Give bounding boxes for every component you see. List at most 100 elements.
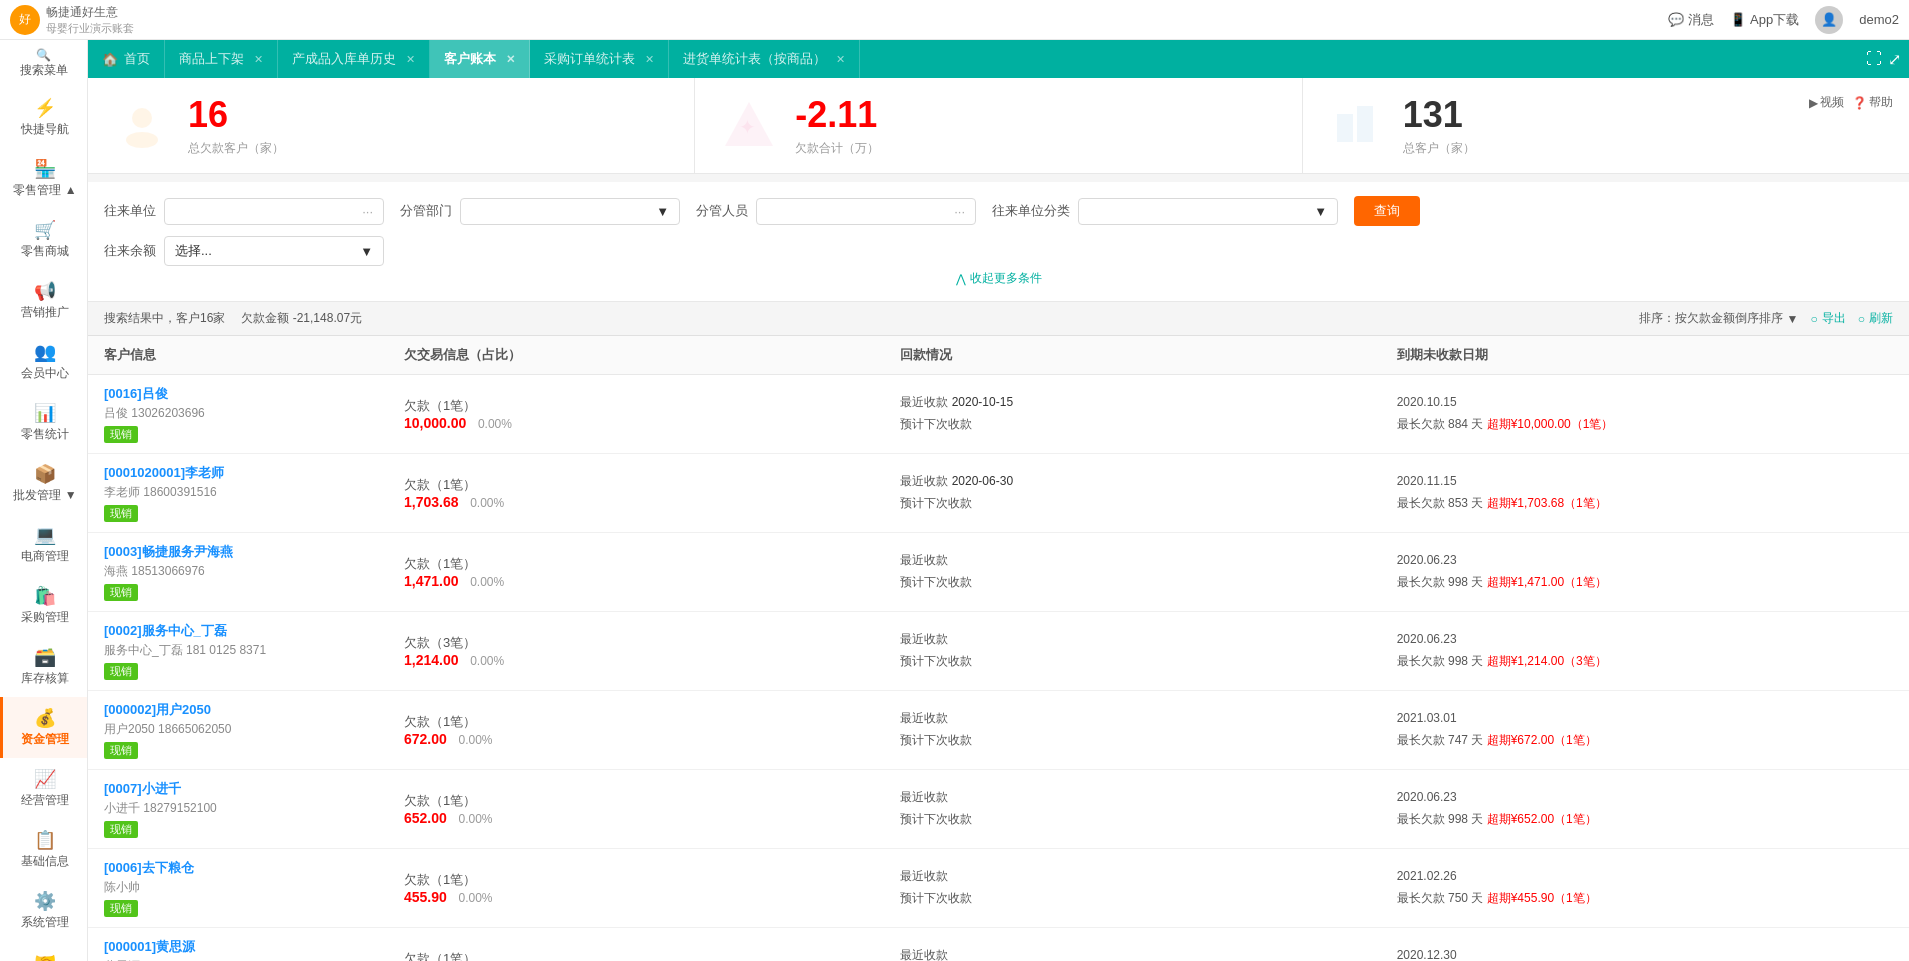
sort-button[interactable]: 排序：按欠款金额倒序排序 ▼ [1639, 310, 1799, 327]
tab-purchase-stat-close[interactable]: ✕ [836, 53, 845, 66]
overdue-days: 最长欠款 747 天 超期¥672.00（1笔） [1397, 730, 1893, 752]
tab-product-shelf-label: 商品上下架 [179, 50, 244, 68]
tab-product-shelf[interactable]: 商品上下架 ✕ [165, 40, 278, 78]
source-unit-input[interactable]: ··· [164, 198, 384, 225]
dept-select[interactable]: ▼ [460, 198, 680, 225]
due-date: 2020.11.15 [1397, 471, 1893, 493]
stat-debt-amount: ✦ -2.11 欠款合计（万） [695, 78, 1302, 173]
sidebar-item-basic[interactable]: 📋 基础信息 [0, 819, 87, 880]
quick-nav-icon: ⚡ [7, 97, 83, 119]
total-customers-icon [1327, 96, 1387, 156]
source-unit-label: 往来单位 [104, 202, 156, 220]
overdue-link[interactable]: 超期¥455.90（1笔） [1487, 891, 1597, 905]
batch-mgmt-icon: 📦 [7, 463, 83, 485]
sidebar-item-enterprise[interactable]: 🤝 企业协同 [0, 941, 87, 961]
sidebar-item-batch-mgmt[interactable]: 📦 批发管理 ▼ [0, 453, 87, 514]
customer-name-link[interactable]: [0001020001]李老师 [104, 464, 404, 482]
tab-product-history-close[interactable]: ✕ [406, 53, 415, 66]
customer-name-link[interactable]: [000002]用户2050 [104, 701, 404, 719]
overdue-link[interactable]: 超期¥10,000.00（1笔） [1487, 417, 1614, 431]
overdue-link[interactable]: 超期¥1,703.68（1笔） [1487, 496, 1607, 510]
tab-bar-actions: ⛶ ⤢ [1866, 50, 1909, 69]
sidebar-item-member[interactable]: 👥 会员中心 [0, 331, 87, 392]
source-unit-dots: ··· [362, 204, 373, 219]
customer-tag: 现销 [104, 821, 138, 838]
dept-label: 分管部门 [400, 202, 452, 220]
view-btn[interactable]: ▶ 视频 [1809, 94, 1844, 111]
customer-name-link[interactable]: [0016]吕俊 [104, 385, 404, 403]
customer-name-link[interactable]: [0006]去下粮仓 [104, 859, 404, 877]
tab-home[interactable]: 🏠 首页 [88, 40, 165, 78]
app-download-btn[interactable]: 📱 App下载 [1730, 11, 1799, 29]
top-bar-right: 💬 消息 📱 App下载 👤 demo2 [1668, 6, 1899, 34]
person-input[interactable]: ··· [756, 198, 976, 225]
sidebar-item-retail-stat[interactable]: 📊 零售统计 [0, 392, 87, 453]
retail-mall-icon: 🛒 [7, 219, 83, 241]
overdue-link[interactable]: 超期¥1,214.00（3笔） [1487, 654, 1607, 668]
overdue-link[interactable]: 超期¥1,471.00（1笔） [1487, 575, 1607, 589]
sidebar-item-retail-mgmt[interactable]: 🏪 零售管理 ▲ [0, 148, 87, 209]
export-button[interactable]: ○ 导出 [1811, 310, 1846, 327]
tab-purchase-order-label: 采购订单统计表 [544, 50, 635, 68]
sidebar-item-quick-nav[interactable]: ⚡ 快捷导航 [0, 87, 87, 148]
table-row: [0002]服务中心_丁磊 服务中心_丁磊 181 0125 8371 现销 欠… [88, 612, 1909, 691]
table-row: [0006]去下粮仓 陈小帅 现销 欠款（1笔） 455.90 0.00% [88, 849, 1909, 928]
tab-product-shelf-close[interactable]: ✕ [254, 53, 263, 66]
customer-name-link[interactable]: [0007]小进千 [104, 780, 404, 798]
sidebar-item-search-menu[interactable]: 🔍 搜索菜单 [0, 40, 87, 87]
top-bar-left: 好 畅捷通好生意 母婴行业演示账套 [10, 4, 134, 36]
customer-name-link[interactable]: [0002]服务中心_丁磊 [104, 622, 404, 640]
balance-select[interactable]: 选择... ▼ [164, 236, 384, 266]
avatar[interactable]: 👤 [1815, 6, 1843, 34]
total-customers-label: 总客户（家） [1403, 140, 1475, 157]
refresh-button[interactable]: ○ 刷新 [1858, 310, 1893, 327]
last-payment: 最近收款 [900, 629, 1396, 651]
return-info-0006: 最近收款 预计下次收款 [900, 866, 1396, 909]
ecommerce-icon: 💻 [7, 524, 83, 546]
tab-product-history[interactable]: 产成品入库单历史 ✕ [278, 40, 430, 78]
retail-stat-icon: 📊 [7, 402, 83, 424]
tab-purchase-order[interactable]: 采购订单统计表 ✕ [530, 40, 669, 78]
sidebar-item-inventory[interactable]: 🗃️ 库存核算 [0, 636, 87, 697]
customer-name-link[interactable]: [0003]畅捷服务尹海燕 [104, 543, 404, 561]
username[interactable]: demo2 [1859, 12, 1899, 27]
sidebar-item-purchase[interactable]: 🛍️ 采购管理 [0, 575, 87, 636]
system-label: 系统管理 [7, 914, 83, 931]
tab-purchase-stat[interactable]: 进货单统计表（按商品） ✕ [669, 40, 860, 78]
debt-pct: 0.00% [458, 812, 492, 826]
unit-category-select[interactable]: ▼ [1078, 198, 1338, 225]
filter-area: 往来单位 ··· 分管部门 ▼ [88, 182, 1909, 302]
customer-name-link[interactable]: [000001]黄思源 [104, 938, 404, 956]
return-info-0007: 最近收款 预计下次收款 [900, 787, 1396, 830]
collapse-btn[interactable]: ⋀ 收起更多条件 [104, 270, 1893, 287]
customer-info-0007: [0007]小进千 小进千 18279152100 现销 [104, 780, 404, 838]
sidebar-item-ecommerce[interactable]: 💻 电商管理 [0, 514, 87, 575]
search-button[interactable]: 查询 [1354, 196, 1420, 226]
tab-purchase-order-close[interactable]: ✕ [645, 53, 654, 66]
sidebar-item-marketing[interactable]: 📢 营销推广 [0, 270, 87, 331]
debt-info-0016: 欠款（1笔） 10,000.00 0.00% [404, 397, 900, 431]
tab-customer-account[interactable]: 客户账本 ✕ [430, 40, 530, 78]
tab-fullscreen-icon[interactable]: ⤢ [1888, 50, 1901, 69]
enterprise-icon: 🤝 [7, 951, 83, 961]
help-btn[interactable]: ❓ 帮助 [1852, 94, 1893, 111]
play-icon: ▶ [1809, 96, 1818, 110]
sidebar-item-operations[interactable]: 📈 经营管理 [0, 758, 87, 819]
tab-expand-icon[interactable]: ⛶ [1866, 50, 1882, 68]
overdue-link[interactable]: 超期¥672.00（1笔） [1487, 733, 1597, 747]
due-date: 2020.06.23 [1397, 787, 1893, 809]
customer-tag: 现销 [104, 663, 138, 680]
basic-label: 基础信息 [7, 853, 83, 870]
sidebar-item-finance[interactable]: 💰 资金管理 [0, 697, 87, 758]
sidebar-item-retail-mall[interactable]: 🛒 零售商城 [0, 209, 87, 270]
help-icon: ❓ [1852, 96, 1867, 110]
sidebar-item-system[interactable]: ⚙️ 系统管理 [0, 880, 87, 941]
stat-card-actions: ▶ 视频 ❓ 帮助 [1809, 94, 1893, 111]
tab-customer-account-close[interactable]: ✕ [506, 53, 515, 66]
inventory-label: 库存核算 [7, 670, 83, 687]
filter-source-unit: 往来单位 ··· [104, 198, 384, 225]
debt-info-0001: 欠款（1笔） 1,703.68 0.00% [404, 476, 900, 510]
chevron-down-icon3: ▼ [360, 244, 373, 259]
overdue-link[interactable]: 超期¥652.00（1笔） [1487, 812, 1597, 826]
message-btn[interactable]: 💬 消息 [1668, 11, 1714, 29]
